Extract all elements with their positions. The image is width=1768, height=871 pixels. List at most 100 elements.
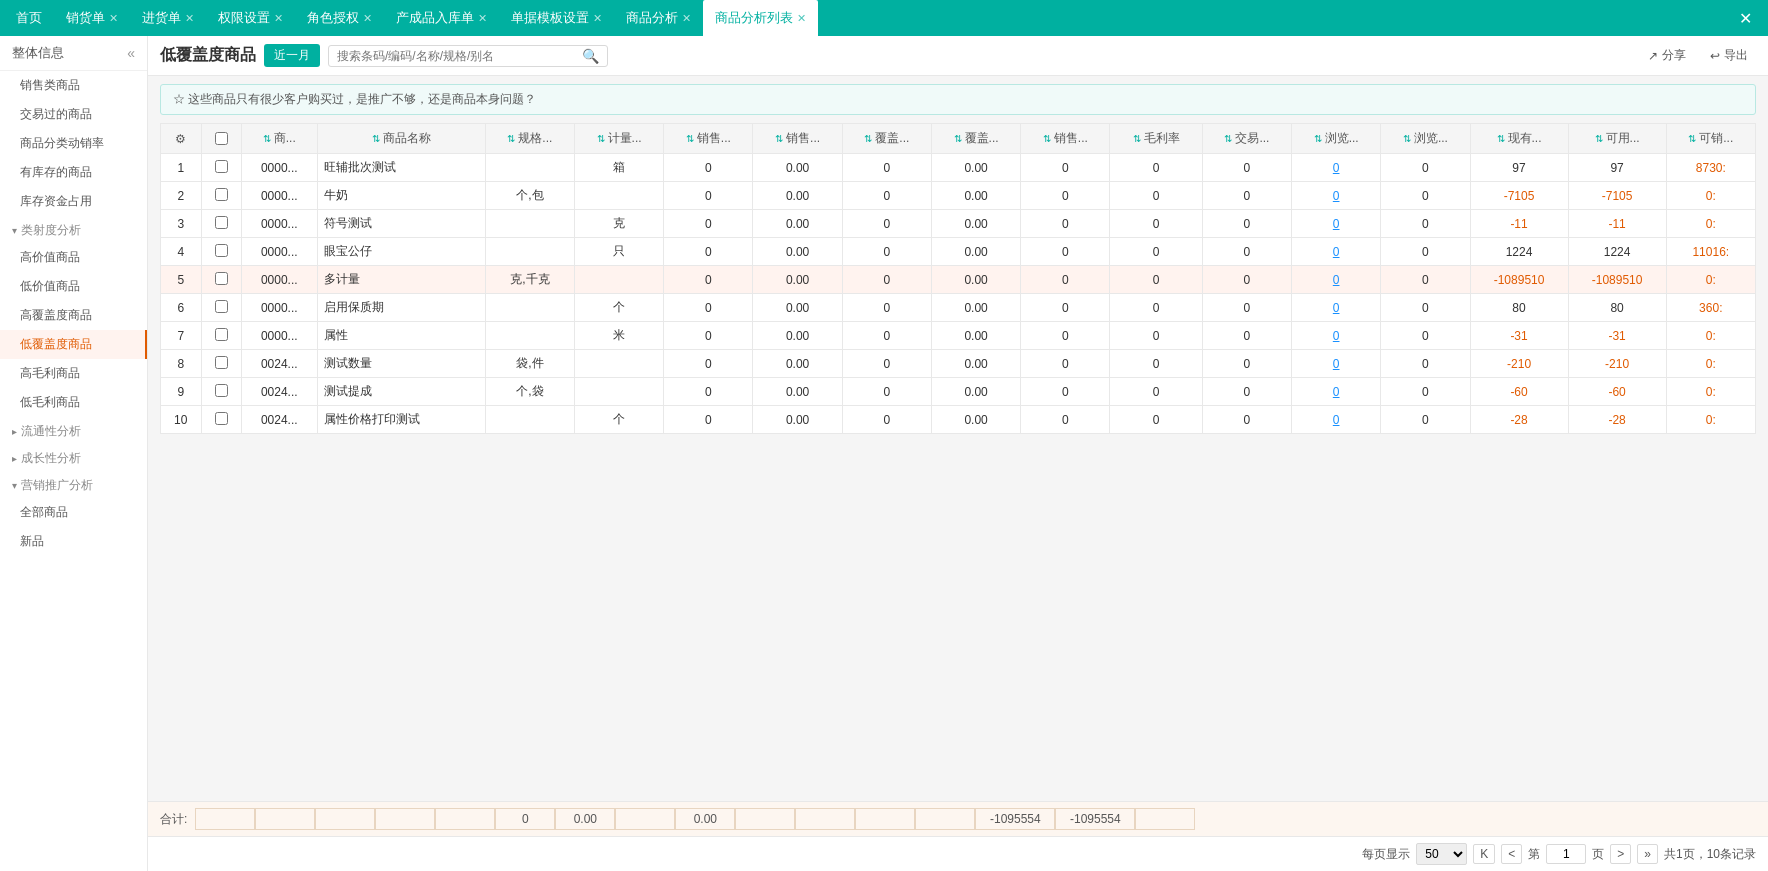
nav-product-inbound[interactable]: 产成品入库单 ✕	[384, 0, 499, 36]
sidebar-section-coverage-analysis[interactable]: ▾ 类射度分析	[0, 216, 147, 243]
row-select-checkbox[interactable]	[215, 412, 228, 425]
col-settings[interactable]: ⚙	[161, 124, 202, 154]
row-select-checkbox[interactable]	[215, 328, 228, 341]
col-stock2[interactable]: ⇅可用...	[1568, 124, 1666, 154]
row-checkbox[interactable]	[201, 266, 241, 294]
row-view1[interactable]: 0	[1292, 210, 1381, 238]
col-sales2[interactable]: ⇅销售...	[753, 124, 842, 154]
nav-permission[interactable]: 权限设置 ✕	[206, 0, 295, 36]
sidebar-item-stocked-products[interactable]: 有库存的商品	[0, 158, 147, 187]
row-select-checkbox[interactable]	[215, 272, 228, 285]
col-sales3[interactable]: ⇅销售...	[1021, 124, 1110, 154]
row-checkbox[interactable]	[201, 406, 241, 434]
row-checkbox[interactable]	[201, 378, 241, 406]
row-view1[interactable]: 0	[1292, 350, 1381, 378]
row-select-checkbox[interactable]	[215, 384, 228, 397]
col-cover1[interactable]: ⇅覆盖...	[842, 124, 931, 154]
close-icon[interactable]: ✕	[478, 0, 487, 36]
close-icon[interactable]: ✕	[109, 0, 118, 36]
col-view1[interactable]: ⇅浏览...	[1292, 124, 1381, 154]
row-stock1: -1089510	[1470, 266, 1568, 294]
row-checkbox[interactable]	[201, 238, 241, 266]
col-stock3[interactable]: ⇅可销...	[1666, 124, 1755, 154]
col-sales1[interactable]: ⇅销售...	[664, 124, 753, 154]
col-spec[interactable]: ⇅规格...	[485, 124, 574, 154]
close-icon[interactable]: ✕	[797, 0, 806, 36]
row-select-checkbox[interactable]	[215, 216, 228, 229]
row-view1[interactable]: 0	[1292, 406, 1381, 434]
col-gross[interactable]: ⇅毛利率	[1110, 124, 1202, 154]
col-trade[interactable]: ⇅交易...	[1202, 124, 1291, 154]
row-view1[interactable]: 0	[1292, 154, 1381, 182]
sidebar-item-traded-products[interactable]: 交易过的商品	[0, 100, 147, 129]
close-icon[interactable]: ✕	[682, 0, 691, 36]
col-view2[interactable]: ⇅浏览...	[1381, 124, 1470, 154]
sidebar-item-high-value[interactable]: 高价值商品	[0, 243, 147, 272]
close-icon[interactable]: ✕	[185, 0, 194, 36]
close-icon[interactable]: ✕	[363, 0, 372, 36]
nav-purchase[interactable]: 进货单 ✕	[130, 0, 206, 36]
row-view1[interactable]: 0	[1292, 266, 1381, 294]
nav-role[interactable]: 角色授权 ✕	[295, 0, 384, 36]
current-page-input[interactable]	[1546, 844, 1586, 864]
row-select-checkbox[interactable]	[215, 356, 228, 369]
row-checkbox[interactable]	[201, 322, 241, 350]
nav-template[interactable]: 单据模板设置 ✕	[499, 0, 614, 36]
close-icon[interactable]: ✕	[593, 0, 602, 36]
row-trade: 0	[1202, 378, 1291, 406]
sidebar-toggle-button[interactable]: «	[127, 45, 135, 61]
col-code[interactable]: ⇅商...	[241, 124, 317, 154]
nav-product-analysis-list[interactable]: 商品分析列表 ✕	[703, 0, 818, 36]
row-checkbox[interactable]	[201, 350, 241, 378]
sidebar-item-all-products[interactable]: 全部商品	[0, 498, 147, 527]
sidebar-item-stock-capital[interactable]: 库存资金占用	[0, 187, 147, 216]
row-checkbox[interactable]	[201, 294, 241, 322]
col-stock1[interactable]: ⇅现有...	[1470, 124, 1568, 154]
nav-home[interactable]: 首页	[4, 0, 54, 36]
sidebar-item-low-coverage[interactable]: 低覆盖度商品	[0, 330, 147, 359]
sidebar-item-high-margin[interactable]: 高毛利商品	[0, 359, 147, 388]
close-icon[interactable]: ✕	[274, 0, 283, 36]
sidebar-item-sales-products[interactable]: 销售类商品	[0, 71, 147, 100]
sidebar-section-liquidity[interactable]: ▸ 流通性分析	[0, 417, 147, 444]
row-cover2: 0.00	[931, 210, 1020, 238]
row-checkbox[interactable]	[201, 210, 241, 238]
nav-sales[interactable]: 销货单 ✕	[54, 0, 130, 36]
row-checkbox[interactable]	[201, 182, 241, 210]
sidebar-section-growth[interactable]: ▸ 成长性分析	[0, 444, 147, 471]
col-checkbox[interactable]	[201, 124, 241, 154]
footer-cover2: 0.00	[675, 808, 735, 830]
sidebar-item-category-rate[interactable]: 商品分类动销率	[0, 129, 147, 158]
search-input[interactable]	[337, 49, 578, 63]
row-view1[interactable]: 0	[1292, 238, 1381, 266]
col-cover2[interactable]: ⇅覆盖...	[931, 124, 1020, 154]
row-select-checkbox[interactable]	[215, 244, 228, 257]
row-view1[interactable]: 0	[1292, 378, 1381, 406]
table-container[interactable]: ⚙ ⇅商... ⇅商品名称 ⇅规格... ⇅计量... ⇅销售... ⇅销售..…	[148, 123, 1768, 801]
select-all-checkbox[interactable]	[215, 132, 228, 145]
row-select-checkbox[interactable]	[215, 160, 228, 173]
first-page-button[interactable]: K	[1473, 844, 1495, 864]
col-unit[interactable]: ⇅计量...	[574, 124, 663, 154]
sidebar-item-low-value[interactable]: 低价值商品	[0, 272, 147, 301]
nav-product-analysis[interactable]: 商品分析 ✕	[614, 0, 703, 36]
row-checkbox[interactable]	[201, 154, 241, 182]
next-page-button[interactable]: >	[1610, 844, 1631, 864]
row-view1[interactable]: 0	[1292, 322, 1381, 350]
sidebar-section-marketing[interactable]: ▾ 营销推广分析	[0, 471, 147, 498]
export-button[interactable]: ↩ 导出	[1702, 44, 1756, 67]
row-view1[interactable]: 0	[1292, 294, 1381, 322]
prev-page-button[interactable]: <	[1501, 844, 1522, 864]
sidebar-item-high-coverage[interactable]: 高覆盖度商品	[0, 301, 147, 330]
share-button[interactable]: ↗ 分享	[1640, 44, 1694, 67]
window-close-button[interactable]: ✕	[1727, 9, 1764, 28]
time-filter-button[interactable]: 近一月	[264, 44, 320, 67]
sidebar-item-new-products[interactable]: 新品	[0, 527, 147, 556]
per-page-select[interactable]: 50 20 100	[1416, 843, 1467, 865]
col-name[interactable]: ⇅商品名称	[318, 124, 486, 154]
row-view1[interactable]: 0	[1292, 182, 1381, 210]
last-page-button[interactable]: »	[1637, 844, 1658, 864]
sidebar-item-low-margin[interactable]: 低毛利商品	[0, 388, 147, 417]
row-select-checkbox[interactable]	[215, 188, 228, 201]
row-select-checkbox[interactable]	[215, 300, 228, 313]
